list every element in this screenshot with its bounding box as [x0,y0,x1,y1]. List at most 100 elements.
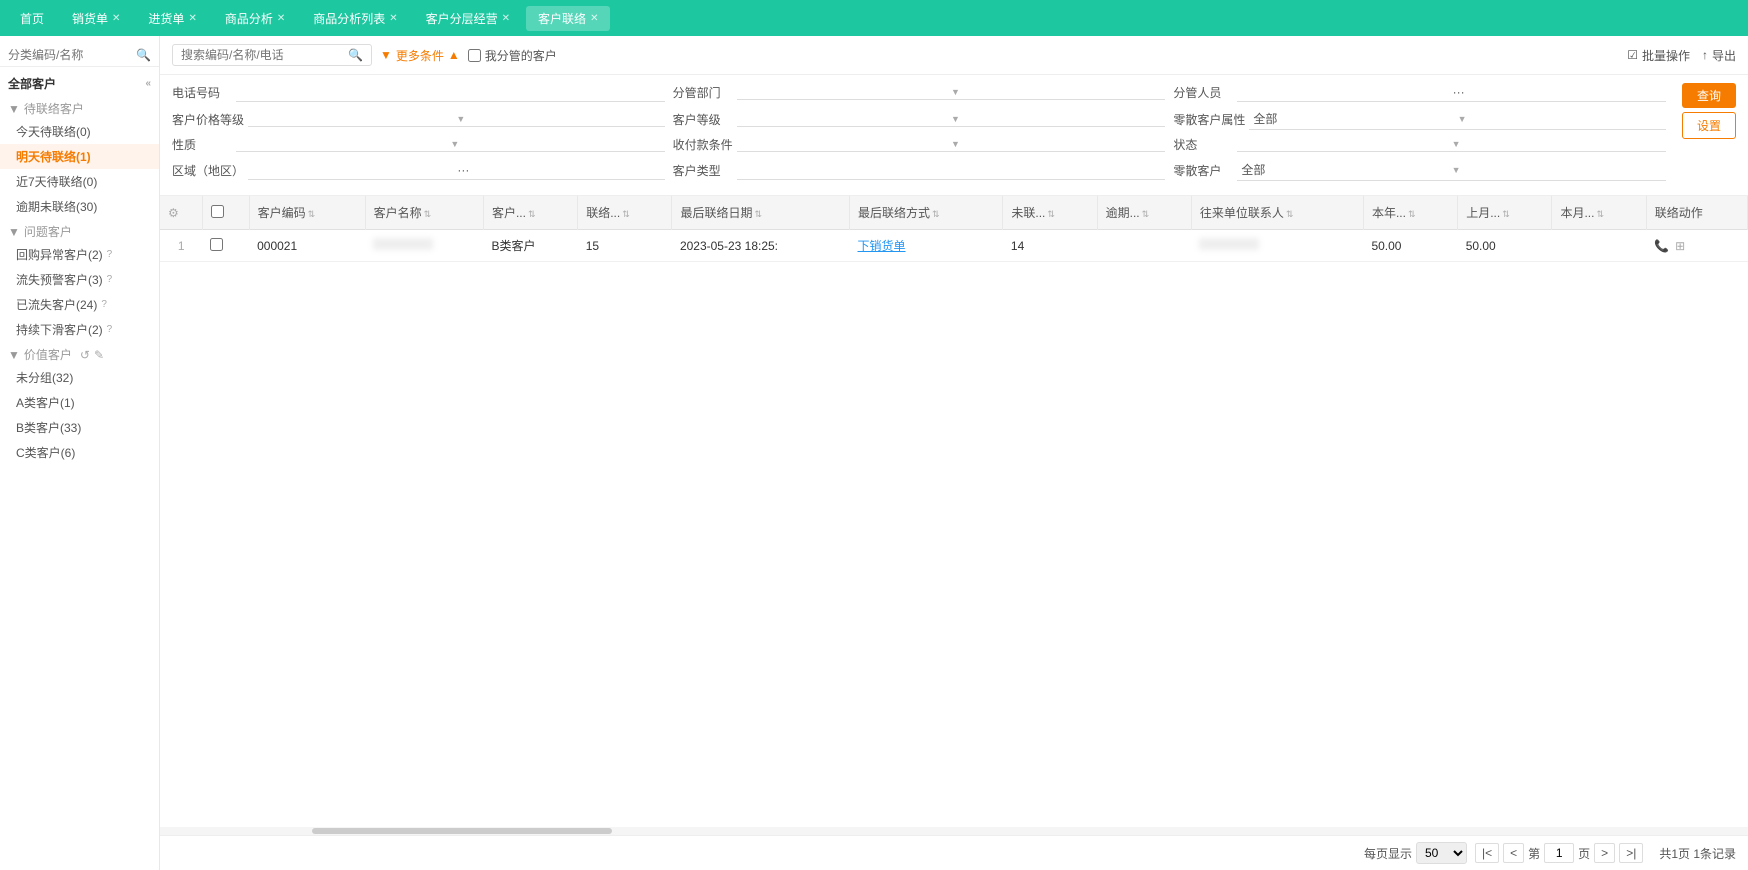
sidebar-item-c-class[interactable]: C类客户(6) [0,440,159,465]
page-size-select[interactable]: 50 100 200 [1416,842,1467,864]
sort-icon[interactable]: ⇅ [932,209,940,219]
sidebar-item-losing[interactable]: 流失预警客户(3) ? [0,267,159,292]
close-icon[interactable]: ✕ [590,13,598,24]
filter-more-btn[interactable]: ▼ 更多条件 ▲ [380,47,460,64]
row-unlink-days: 14 [1003,230,1097,262]
sidebar-item-a-class[interactable]: A类客户(1) [0,390,159,415]
select-all-checkbox[interactable] [211,205,224,218]
sort-icon[interactable]: ⇅ [1047,209,1055,219]
sidebar-item-lost[interactable]: 已流失客户(24) ? [0,292,159,317]
scroll-thumb[interactable] [312,828,612,834]
col-overdue: 逾期...⇅ [1097,196,1191,230]
chevron-up-icon: ▲ [448,48,460,62]
phone-icon[interactable]: 📞 [1654,239,1669,253]
sort-icon[interactable]: ⇅ [1596,209,1604,219]
filter-nature-select[interactable]: ▼ [236,137,665,152]
set-button[interactable]: 设置 [1682,112,1736,139]
filter-row-2: 客户价格等级 ▼ 客户等级 ▼ [172,108,1666,130]
sort-icon[interactable]: ⇅ [1408,209,1416,219]
filter-nature-label: 性质 [172,136,232,153]
dots-icon[interactable]: ··· [457,163,660,177]
sort-icon[interactable]: ⇅ [622,209,630,219]
horizontal-scrollbar[interactable] [160,827,1748,835]
col-settings[interactable]: ⚙ [160,196,202,230]
close-icon[interactable]: ✕ [188,13,196,24]
filter-region-select[interactable]: ··· [248,161,665,180]
close-icon[interactable]: ✕ [112,13,120,24]
nav-item-customer-tier[interactable]: 客户分层经营 ✕ [414,6,522,31]
export-btn[interactable]: ↑ 导出 [1702,47,1736,64]
row-last-contact-method[interactable]: 下销货单 [850,230,1003,262]
row-name [365,230,483,262]
filter-status-select[interactable]: ▼ [1237,137,1666,152]
my-customers-checkbox[interactable]: 我分管的客户 [468,47,557,64]
value-group: ▼ 价值客户 ↺ ✎ [0,342,159,365]
edit-icon[interactable]: ✎ [94,348,104,362]
filter-price-grade-select[interactable]: ▼ [248,112,665,127]
close-icon[interactable]: ✕ [277,13,285,24]
sort-icon[interactable]: ⇅ [1142,209,1150,219]
sidebar-search-icon[interactable]: 🔍 [136,48,151,62]
sort-icon[interactable]: ⇅ [424,209,432,219]
filter-person-select[interactable]: ··· [1237,83,1666,102]
chevron-down-icon: ▼ [951,87,1161,97]
settings-icon[interactable]: ⚙ [168,206,179,220]
nav-item-home[interactable]: 首页 [8,6,56,31]
refresh-icon[interactable]: ↺ [80,348,90,362]
close-icon[interactable]: ✕ [502,13,510,24]
sort-icon[interactable]: ⇅ [1502,209,1510,219]
sidebar-item-tomorrow[interactable]: 明天待联络(1) [0,144,159,169]
batch-op-btn[interactable]: ☑ 批量操作 [1627,47,1690,64]
filter-customer-grade-select[interactable]: ▼ [737,112,1166,127]
nav-item-analysis-list[interactable]: 商品分析列表 ✕ [301,6,409,31]
sidebar-item-ungroup[interactable]: 未分组(32) [0,365,159,390]
blurred-contact [1199,238,1259,250]
sidebar-item-abnormal[interactable]: 回购异常客户(2) ? [0,242,159,267]
close-icon[interactable]: ✕ [389,13,397,24]
my-customers-check[interactable] [468,49,481,62]
col-checkbox[interactable] [202,196,249,230]
row-select-checkbox[interactable] [210,238,223,251]
query-button[interactable]: 查询 [1682,83,1736,108]
filter-retail-attr-select[interactable]: 全部 ▼ [1249,108,1666,130]
filter-retail-customer-select[interactable]: 全部 ▼ [1237,159,1666,181]
filter-price-grade: 客户价格等级 ▼ [172,111,665,128]
sort-icon[interactable]: ⇅ [754,209,762,219]
sidebar-item-b-class[interactable]: B类客户(33) [0,415,159,440]
page-size-control: 每页显示 50 100 200 [1364,842,1467,864]
dots-icon[interactable]: ··· [1453,85,1662,99]
customer-table-container: ⚙ 客户编码⇅ 客户名称⇅ 客户...⇅ 联络...⇅ 最后联络日期⇅ 最后联络… [160,196,1748,827]
sidebar-item-overdue[interactable]: 逾期未联络(30) [0,194,159,219]
nav-item-analysis[interactable]: 商品分析 ✕ [213,6,297,31]
pagination: |< < 第 页 > >| [1475,843,1643,863]
filter-nature: 性质 ▼ [172,136,665,153]
sort-icon[interactable]: ⇅ [1286,209,1294,219]
filter-customer-type-label: 客户类型 [673,162,733,179]
sidebar-item-declining[interactable]: 持续下滑客户(2) ? [0,317,159,342]
page-input[interactable] [1544,843,1574,863]
first-page-btn[interactable]: |< [1475,843,1499,863]
prev-page-btn[interactable]: < [1503,843,1524,863]
chevron-down-icon: ▼ [450,139,660,149]
filter-payment-select[interactable]: ▼ [737,137,1166,152]
nav-item-customer-contact[interactable]: 客户联络 ✕ [526,6,610,31]
filter-dept-select[interactable]: ▼ [737,85,1166,100]
filter-phone-input[interactable] [236,83,665,102]
sort-icon[interactable]: ⇅ [528,209,536,219]
sidebar-item-today[interactable]: 今天待联络(0) [0,119,159,144]
sidebar-item-7days[interactable]: 近7天待联络(0) [0,169,159,194]
row-checkbox[interactable] [202,230,249,262]
all-customers-title[interactable]: 全部客户 « [0,71,159,96]
sidebar-search-input[interactable] [8,48,136,62]
next-page-btn[interactable]: > [1594,843,1615,863]
nav-item-sales[interactable]: 销货单 ✕ [60,6,132,31]
nav-item-purchase[interactable]: 进货单 ✕ [136,6,208,31]
sort-icon[interactable]: ⇅ [308,209,316,219]
filter-customer-type-input[interactable] [737,161,1166,180]
search-icon[interactable]: 🔍 [348,48,363,62]
search-bar-right: ☑ 批量操作 ↑ 导出 [1627,47,1736,64]
last-page-btn[interactable]: >| [1619,843,1643,863]
grid-icon[interactable]: ⊞ [1675,239,1685,253]
search-input[interactable] [181,48,348,62]
filter-customer-type: 客户类型 [673,161,1166,180]
